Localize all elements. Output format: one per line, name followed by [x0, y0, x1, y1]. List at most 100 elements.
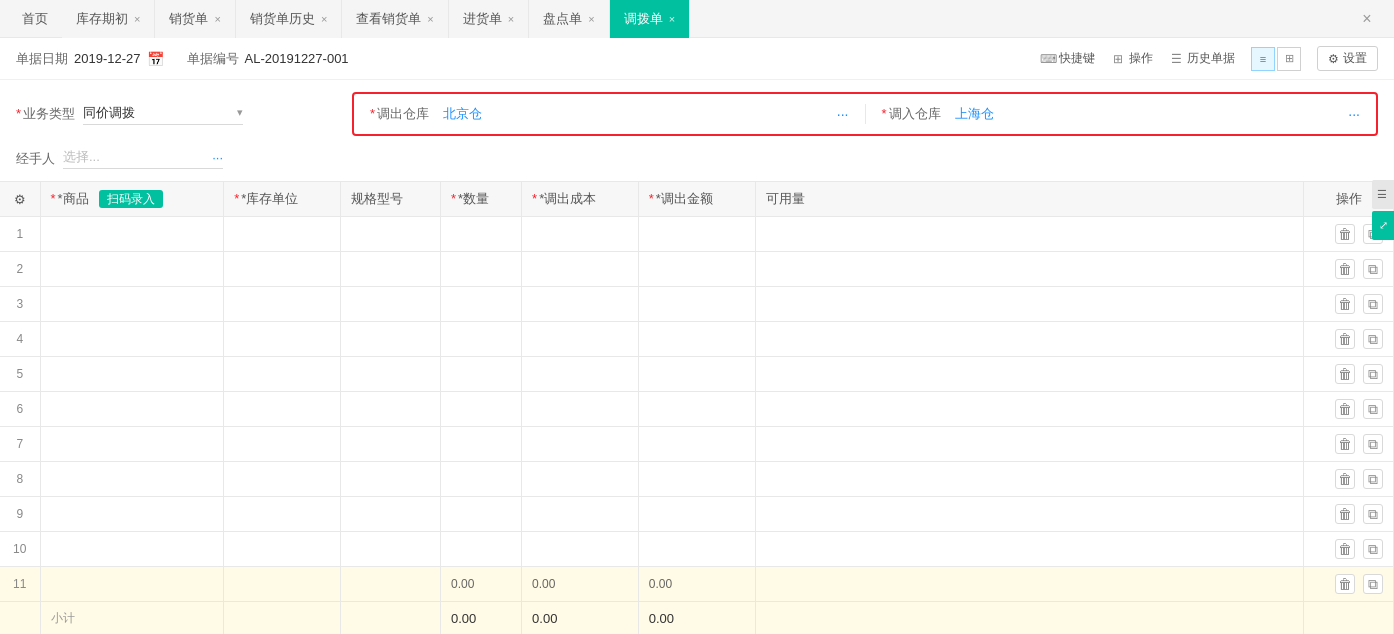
- row-unit[interactable]: [224, 462, 341, 497]
- row-amount[interactable]: [638, 252, 755, 287]
- settings-button[interactable]: ⚙ 设置: [1317, 46, 1378, 71]
- sidebar-notes-button[interactable]: ☰: [1372, 180, 1394, 209]
- row-copy-button[interactable]: ⧉: [1363, 364, 1383, 384]
- row-copy-button[interactable]: ⧉: [1363, 469, 1383, 489]
- calendar-icon[interactable]: 📅: [147, 51, 163, 67]
- row-amount[interactable]: [638, 287, 755, 322]
- row-product[interactable]: [40, 287, 224, 322]
- row-copy-button[interactable]: ⧉: [1363, 294, 1383, 314]
- row-copy-button[interactable]: ⧉: [1363, 504, 1383, 524]
- row-quantity[interactable]: [441, 532, 522, 567]
- tab-inventory-initial[interactable]: 库存期初 ×: [62, 0, 155, 38]
- action-button[interactable]: ⊞ 操作: [1111, 50, 1153, 67]
- row-amount[interactable]: [638, 427, 755, 462]
- row-available[interactable]: [755, 287, 1304, 322]
- row-amount[interactable]: [638, 392, 755, 427]
- row-spec[interactable]: [340, 217, 440, 252]
- row-unit[interactable]: [224, 252, 341, 287]
- row-available[interactable]: [755, 532, 1304, 567]
- tab-inventory-check[interactable]: 盘点单 ×: [529, 0, 609, 38]
- row-delete-button[interactable]: 🗑: [1335, 294, 1355, 314]
- row-amount[interactable]: [638, 357, 755, 392]
- row-amount[interactable]: [638, 462, 755, 497]
- row-cost[interactable]: [522, 322, 639, 357]
- shortcut-button[interactable]: ⌨ 快捷键: [1041, 50, 1095, 67]
- row-copy-button[interactable]: ⧉: [1363, 434, 1383, 454]
- scan-button[interactable]: 扫码录入: [99, 190, 163, 208]
- row-delete-button[interactable]: 🗑: [1335, 364, 1355, 384]
- tab-transfer-order-close[interactable]: ×: [669, 13, 675, 25]
- subtotal-copy-button[interactable]: ⧉: [1363, 574, 1383, 594]
- row-delete-button[interactable]: 🗑: [1335, 224, 1355, 244]
- row-spec[interactable]: [340, 532, 440, 567]
- tab-sales-history[interactable]: 销货单历史 ×: [236, 0, 342, 38]
- row-product[interactable]: [40, 322, 224, 357]
- tab-purchase-order-close[interactable]: ×: [508, 13, 514, 25]
- transfer-out-more-button[interactable]: ···: [837, 106, 849, 122]
- row-copy-button[interactable]: ⧉: [1363, 259, 1383, 279]
- row-cost[interactable]: [522, 287, 639, 322]
- sidebar-export-button[interactable]: ⤢: [1372, 211, 1394, 240]
- row-spec[interactable]: [340, 252, 440, 287]
- row-available[interactable]: [755, 427, 1304, 462]
- row-product[interactable]: [40, 392, 224, 427]
- row-product[interactable]: [40, 217, 224, 252]
- row-delete-button[interactable]: 🗑: [1335, 469, 1355, 489]
- row-spec[interactable]: [340, 357, 440, 392]
- row-spec[interactable]: [340, 497, 440, 532]
- row-available[interactable]: [755, 322, 1304, 357]
- row-spec[interactable]: [340, 287, 440, 322]
- tab-sales-order[interactable]: 销货单 ×: [155, 0, 235, 38]
- row-available[interactable]: [755, 462, 1304, 497]
- row-spec[interactable]: [340, 462, 440, 497]
- row-quantity[interactable]: [441, 497, 522, 532]
- row-quantity[interactable]: [441, 462, 522, 497]
- row-quantity[interactable]: [441, 322, 522, 357]
- tab-inventory-initial-close[interactable]: ×: [134, 13, 140, 25]
- row-product[interactable]: [40, 462, 224, 497]
- history-button[interactable]: ☰ 历史单据: [1169, 50, 1235, 67]
- row-product[interactable]: [40, 427, 224, 462]
- row-amount[interactable]: [638, 322, 755, 357]
- row-amount[interactable]: [638, 497, 755, 532]
- subtotal-delete-button[interactable]: 🗑: [1335, 574, 1355, 594]
- row-cost[interactable]: [522, 357, 639, 392]
- tab-inventory-check-close[interactable]: ×: [588, 13, 594, 25]
- row-cost[interactable]: [522, 497, 639, 532]
- row-available[interactable]: [755, 252, 1304, 287]
- row-product[interactable]: [40, 357, 224, 392]
- row-quantity[interactable]: [441, 427, 522, 462]
- row-delete-button[interactable]: 🗑: [1335, 504, 1355, 524]
- row-delete-button[interactable]: 🗑: [1335, 434, 1355, 454]
- row-unit[interactable]: [224, 532, 341, 567]
- tab-view-sales[interactable]: 查看销货单 ×: [342, 0, 448, 38]
- row-cost[interactable]: [522, 217, 639, 252]
- transfer-in-more-button[interactable]: ···: [1348, 106, 1360, 122]
- row-product[interactable]: [40, 497, 224, 532]
- row-delete-button[interactable]: 🗑: [1335, 329, 1355, 349]
- row-available[interactable]: [755, 357, 1304, 392]
- transfer-out-value[interactable]: 北京仓: [443, 105, 482, 123]
- window-close-button[interactable]: ×: [1348, 0, 1386, 38]
- row-available[interactable]: [755, 392, 1304, 427]
- row-quantity[interactable]: [441, 217, 522, 252]
- manager-more-button[interactable]: ···: [212, 150, 223, 165]
- row-cost[interactable]: [522, 392, 639, 427]
- row-unit[interactable]: [224, 217, 341, 252]
- row-delete-button[interactable]: 🗑: [1335, 539, 1355, 559]
- row-quantity[interactable]: [441, 357, 522, 392]
- row-unit[interactable]: [224, 357, 341, 392]
- row-spec[interactable]: [340, 392, 440, 427]
- business-type-select[interactable]: 同价调拨 ▾: [83, 104, 243, 125]
- tab-purchase-order[interactable]: 进货单 ×: [449, 0, 529, 38]
- row-cost[interactable]: [522, 252, 639, 287]
- row-delete-button[interactable]: 🗑: [1335, 399, 1355, 419]
- tab-view-sales-close[interactable]: ×: [427, 13, 433, 25]
- layout-grid-button[interactable]: ⊞: [1277, 47, 1301, 71]
- tab-sales-order-close[interactable]: ×: [214, 13, 220, 25]
- row-copy-button[interactable]: ⧉: [1363, 539, 1383, 559]
- row-available[interactable]: [755, 497, 1304, 532]
- row-quantity[interactable]: [441, 287, 522, 322]
- column-gear[interactable]: ⚙: [0, 182, 40, 217]
- manager-select[interactable]: 选择... ···: [63, 148, 223, 169]
